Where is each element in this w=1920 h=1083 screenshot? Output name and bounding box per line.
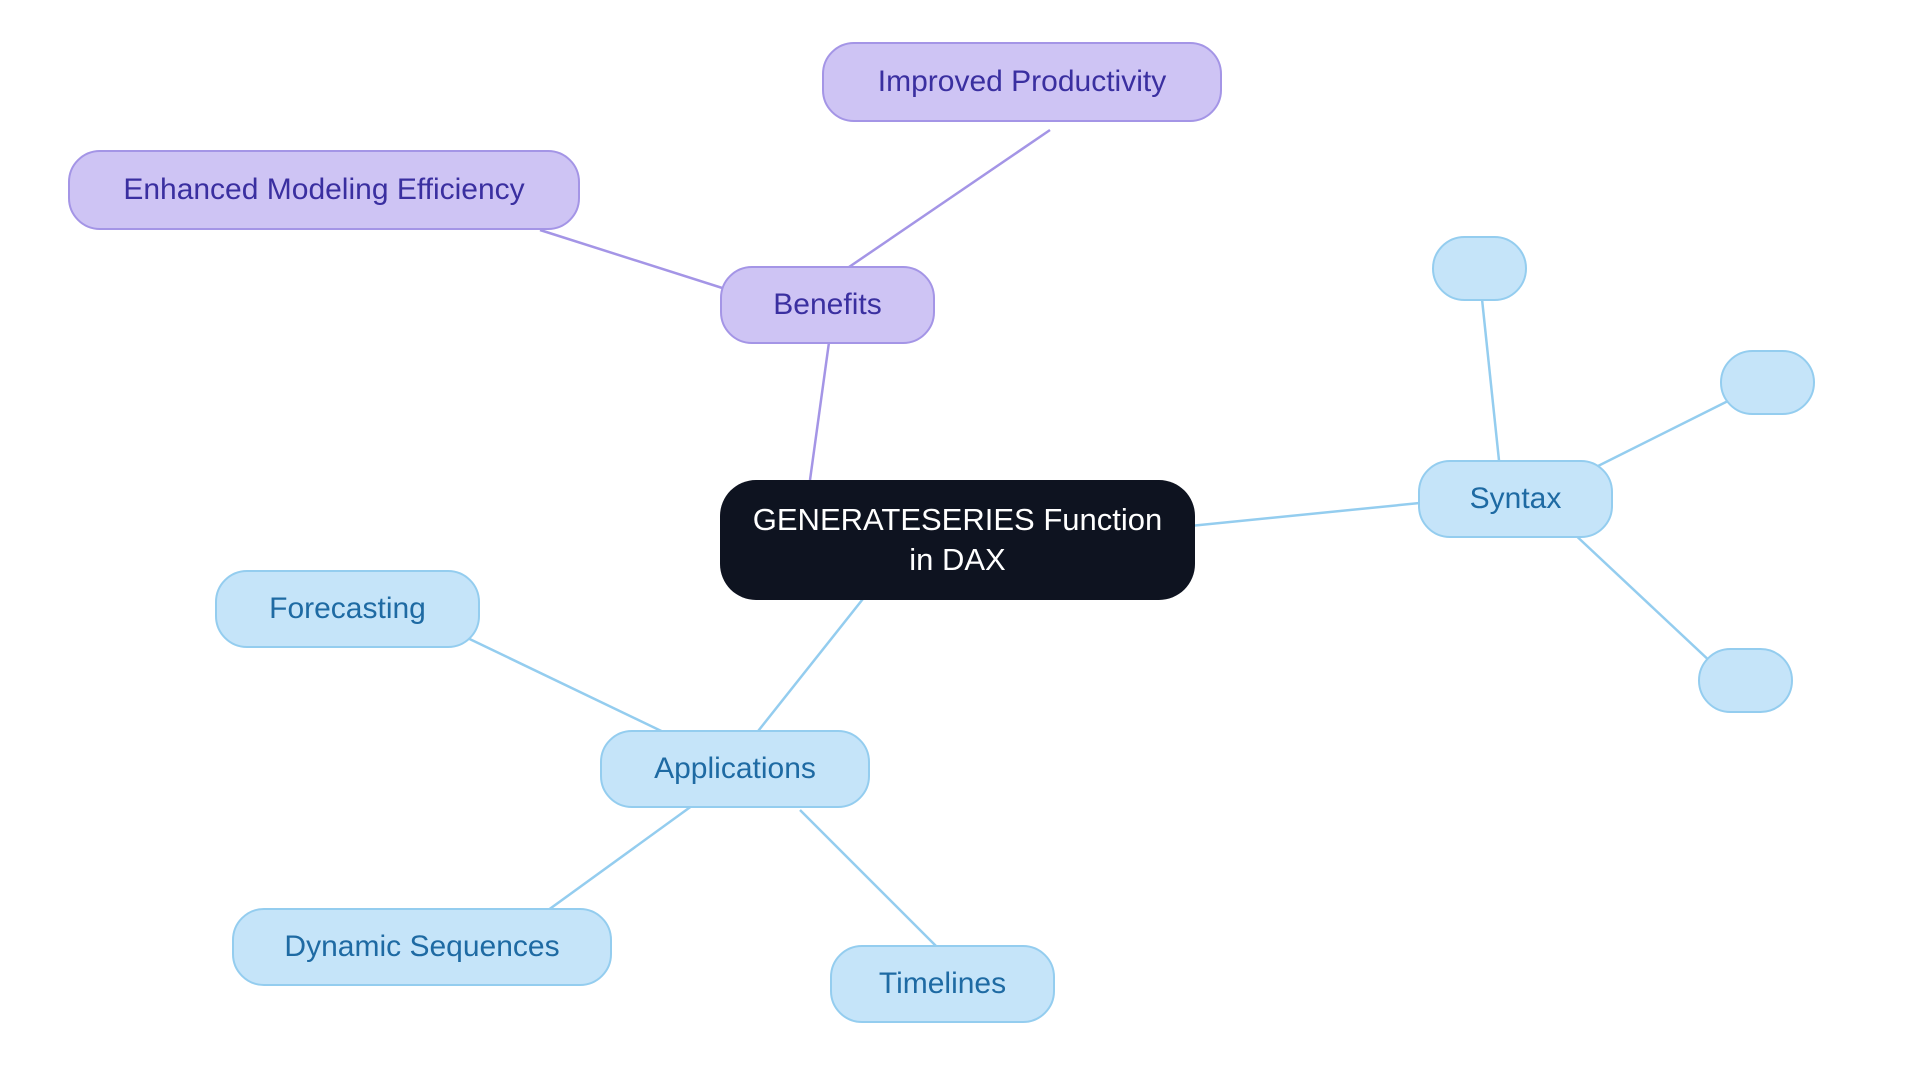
center-label: GENERATESERIES Function in DAX	[750, 500, 1165, 581]
sequences-label: Dynamic Sequences	[284, 930, 559, 964]
syntax-empty-node-2[interactable]	[1720, 350, 1815, 415]
syntax-empty-node-1[interactable]	[1432, 236, 1527, 301]
syntax-label: Syntax	[1470, 482, 1562, 516]
productivity-node[interactable]: Improved Productivity	[822, 42, 1222, 122]
productivity-label: Improved Productivity	[878, 65, 1166, 99]
timelines-node[interactable]: Timelines	[830, 945, 1055, 1023]
edge-benefits-productivity	[830, 130, 1050, 280]
edge-syntax-empty1	[1480, 280, 1500, 470]
benefits-node[interactable]: Benefits	[720, 266, 935, 344]
edge-center-applications	[755, 590, 870, 735]
efficiency-node[interactable]: Enhanced Modeling Efficiency	[68, 150, 580, 230]
edge-center-syntax	[1150, 500, 1450, 530]
center-node[interactable]: GENERATESERIES Function in DAX	[720, 480, 1195, 600]
timelines-label: Timelines	[879, 967, 1006, 1001]
efficiency-label: Enhanced Modeling Efficiency	[123, 173, 524, 207]
forecasting-node[interactable]: Forecasting	[215, 570, 480, 648]
applications-label: Applications	[654, 752, 816, 786]
syntax-empty-node-3[interactable]	[1698, 648, 1793, 713]
benefits-label: Benefits	[773, 288, 881, 322]
sequences-node[interactable]: Dynamic Sequences	[232, 908, 612, 986]
syntax-node[interactable]: Syntax	[1418, 460, 1613, 538]
edge-center-benefits	[810, 335, 830, 480]
forecasting-label: Forecasting	[269, 592, 426, 626]
applications-node[interactable]: Applications	[600, 730, 870, 808]
